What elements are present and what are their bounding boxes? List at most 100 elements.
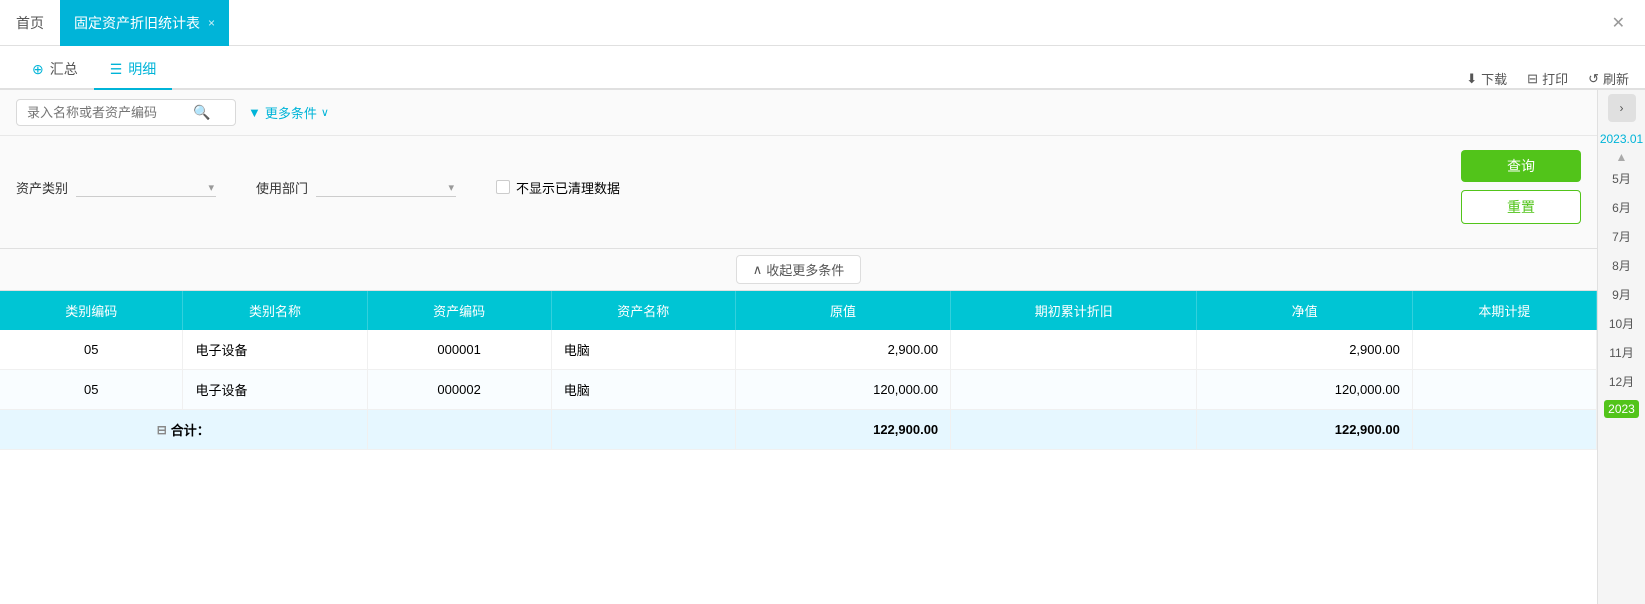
cell-asset-name: 电脑 (551, 330, 735, 370)
home-link[interactable]: 首页 (16, 13, 60, 33)
cell-category-code: 05 (0, 330, 183, 370)
hide-cleared-checkbox[interactable] (496, 180, 510, 194)
cell-total-original-value: 122,900.00 (735, 410, 950, 450)
tab-close-icon[interactable]: × (208, 16, 215, 30)
asset-category-field: 资产类别 (16, 177, 216, 197)
tab-bar: ⊕ 汇总 ☰ 明细 ⬇ 下载 ⊟ 打印 ↺ 刷新 (0, 46, 1645, 90)
sidebar-expand-arrow[interactable]: › (1608, 94, 1636, 122)
window-close-button[interactable]: ✕ (1608, 9, 1629, 37)
col-asset-name: 资产名称 (551, 291, 735, 330)
collapse-label: 收起更多条件 (766, 260, 844, 279)
cell-current-depreciation (1412, 330, 1596, 370)
cell-category-name: 电子设备 (183, 330, 367, 370)
cell-asset-code: 000002 (367, 370, 551, 410)
cell-net-value: 2,900.00 (1197, 330, 1412, 370)
col-original-value: 原值 (735, 291, 950, 330)
table-header-row: 类别编码 类别名称 资产编码 资产名称 原值 期初累计折旧 净值 本期计提 (0, 291, 1597, 330)
print-icon: ⊟ (1527, 71, 1538, 87)
main-content: 🔍 ▼ 更多条件 ∨ 资产类别 使用部门 (0, 90, 1645, 604)
cell-accumulated-depreciation (951, 330, 1197, 370)
asset-category-select-wrapper[interactable] (76, 177, 216, 197)
month-6[interactable]: 6月 (1598, 193, 1645, 222)
more-filters-button[interactable]: ▼ 更多条件 ∨ (248, 103, 329, 122)
collapse-icon: ∧ (753, 262, 763, 278)
col-net-value: 净值 (1197, 291, 1412, 330)
cell-asset-code: 000001 (367, 330, 551, 370)
print-button[interactable]: ⊟ 打印 (1527, 69, 1568, 88)
tab-summary-label: 汇总 (50, 59, 78, 79)
month-11[interactable]: 11月 (1598, 338, 1645, 367)
total-text: 合计： (171, 420, 210, 439)
date-display: 2023.01 (1598, 128, 1645, 150)
cell-total-accumulated (951, 410, 1197, 450)
month-7[interactable]: 7月 (1598, 222, 1645, 251)
cell-original-value: 2,900.00 (735, 330, 950, 370)
col-category-code: 类别编码 (0, 291, 183, 330)
cell-total-empty1 (367, 410, 551, 450)
asset-category-label: 资产类别 (16, 178, 68, 197)
filter-panel: 资产类别 使用部门 (0, 136, 1597, 249)
department-field: 使用部门 (256, 177, 456, 197)
asset-category-select[interactable] (76, 177, 216, 197)
table-total-row: ⊟ 合计： 122,900.00 122,900.00 (0, 410, 1597, 450)
download-icon: ⬇ (1466, 71, 1477, 87)
tab-detail-label: 明细 (128, 59, 156, 79)
department-select-wrapper[interactable] (316, 177, 456, 197)
filter-icon: ▼ (248, 105, 261, 120)
tab-title: 固定资产折旧统计表 (74, 13, 200, 33)
col-category-name: 类别名称 (183, 291, 367, 330)
cell-category-name: 电子设备 (183, 370, 367, 410)
filter-row: 资产类别 使用部门 (16, 150, 1581, 224)
cell-net-value: 120,000.00 (1197, 370, 1412, 410)
collapse-bar: ∧ 收起更多条件 (0, 249, 1597, 291)
tab-detail[interactable]: ☰ 明细 (94, 50, 173, 90)
left-panel: 🔍 ▼ 更多条件 ∨ 资产类别 使用部门 (0, 90, 1597, 604)
table-container: 类别编码 类别名称 资产编码 资产名称 原值 期初累计折旧 净值 本期计提 05 (0, 291, 1597, 604)
col-asset-code: 资产编码 (367, 291, 551, 330)
download-button[interactable]: ⬇ 下载 (1466, 69, 1507, 88)
month-9[interactable]: 9月 (1598, 280, 1645, 309)
department-select[interactable] (316, 177, 456, 197)
search-input-wrap[interactable]: 🔍 (16, 99, 236, 126)
data-table: 类别编码 类别名称 资产编码 资产名称 原值 期初累计折旧 净值 本期计提 05 (0, 291, 1597, 450)
month-10[interactable]: 10月 (1598, 309, 1645, 338)
hide-cleared-label: 不显示已清理数据 (516, 178, 620, 197)
month-12[interactable]: 12月 (1598, 367, 1645, 396)
total-icon: ⊟ (157, 423, 167, 437)
cell-total-net-value: 122,900.00 (1197, 410, 1412, 450)
search-icon: 🔍 (193, 104, 210, 121)
query-button[interactable]: 查询 (1461, 150, 1581, 182)
top-nav: 首页 固定资产折旧统计表 × ✕ (0, 0, 1645, 46)
summary-icon: ⊕ (32, 61, 44, 78)
filter-label: 更多条件 (265, 103, 317, 122)
table-row: 05 电子设备 000002 电脑 120,000.00 120,000.00 (0, 370, 1597, 410)
search-input[interactable] (27, 105, 187, 120)
cell-asset-name: 电脑 (551, 370, 735, 410)
year-badge[interactable]: 2023 (1604, 400, 1639, 418)
tab-summary[interactable]: ⊕ 汇总 (16, 50, 94, 90)
department-label: 使用部门 (256, 178, 308, 197)
reset-button[interactable]: 重置 (1461, 190, 1581, 224)
cell-total-empty2 (551, 410, 735, 450)
month-5[interactable]: 5月 (1598, 164, 1645, 193)
month-8[interactable]: 8月 (1598, 251, 1645, 280)
cell-current-depreciation (1412, 370, 1596, 410)
tab-actions: ⬇ 下载 ⊟ 打印 ↺ 刷新 (1466, 69, 1629, 88)
refresh-icon: ↺ (1588, 71, 1599, 87)
chevron-down-icon: ∨ (321, 106, 329, 119)
print-label: 打印 (1542, 69, 1568, 88)
hide-cleared-field[interactable]: 不显示已清理数据 (496, 178, 620, 197)
refresh-button[interactable]: ↺ 刷新 (1588, 69, 1629, 88)
cell-total-label: ⊟ 合计： (0, 410, 367, 450)
download-label: 下载 (1481, 69, 1507, 88)
active-tab[interactable]: 固定资产折旧统计表 × (60, 0, 229, 46)
refresh-label: 刷新 (1603, 69, 1629, 88)
table-row: 05 电子设备 000001 电脑 2,900.00 2,900.00 (0, 330, 1597, 370)
detail-icon: ☰ (110, 61, 123, 78)
cell-accumulated-depreciation (951, 370, 1197, 410)
col-current-depreciation: 本期计提 (1412, 291, 1596, 330)
collapse-button[interactable]: ∧ 收起更多条件 (736, 255, 862, 284)
col-accumulated-depreciation: 期初累计折旧 (951, 291, 1197, 330)
up-icon[interactable]: ▲ (1616, 150, 1628, 164)
right-sidebar: › 2023.01 ▲ 5月 6月 7月 8月 9月 10月 11月 12月 2… (1597, 90, 1645, 604)
